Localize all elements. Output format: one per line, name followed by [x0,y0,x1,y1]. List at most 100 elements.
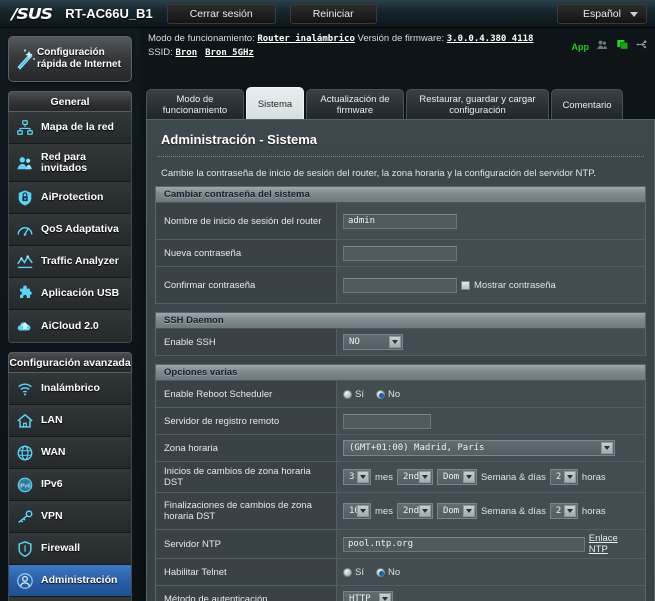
confirm-password-input[interactable] [343,277,457,293]
dst-end-month-select[interactable]: 10 [343,503,371,519]
sidebar-label: Mapa de la red [41,121,114,133]
dst-end-week-value: 2nd [402,506,420,516]
row-value: Sí No [337,381,645,407]
section-header: SSH Daemon [156,313,645,329]
row-reboot-scheduler: Enable Reboot Scheduler Sí No [156,381,645,408]
dst-start-week-select[interactable]: 2nd [396,469,433,485]
timezone-select[interactable]: (GMT+01:00) Madrid, París [343,440,615,456]
row-label: Inicios de cambios de zona horaria DST [156,462,337,492]
firmware-version-label: Versión de firmware: [357,33,445,44]
sidebar-item-aiprotection[interactable]: AiProtection [9,182,131,214]
sidebar-label: LAN [41,414,63,426]
dst-end-day-select[interactable]: Dom [436,503,477,519]
new-password-input[interactable] [343,245,457,261]
row-label: Método de autenticación [156,586,337,601]
row-label: Servidor NTP [156,530,337,558]
tab-system[interactable]: Sistema [246,87,304,120]
dst-end-hour-select[interactable]: 2 [549,503,578,519]
row-label: Nueva contraseña [156,240,337,266]
sidebar-item-firewall[interactable]: Firewall [9,533,131,565]
row-label: Nombre de inicio de sesión del router [156,203,337,239]
usb-icon[interactable] [636,38,649,56]
sidebar-item-adaptive-qos[interactable]: QoS Adaptativa [9,214,131,246]
sidebar-label: QoS Adaptativa [41,223,119,235]
sidebar-item-administration[interactable]: Administración [9,565,131,597]
auth-method-select[interactable]: HTTP [343,591,393,601]
sidebar-group-general: General Mapa de la red Red para invitado… [8,91,132,343]
main-content: Modo de funcionamiento: Router inalámbri… [140,28,655,601]
sidebar-item-traffic-analyzer[interactable]: Traffic Analyzer [9,246,131,278]
ssid-2g-value[interactable]: Bron [175,48,197,58]
tab-restore-save-upload[interactable]: Restaurar, guardar y cargar configuració… [406,89,549,120]
reboot-scheduler-no[interactable]: No [375,389,400,400]
section-change-password: Cambiar contraseña del sistema Nombre de… [155,186,646,304]
operation-mode-value[interactable]: Router inalámbrico [257,34,355,44]
puzzle-icon [9,284,41,303]
row-value: HTTP [337,586,645,601]
tab-bar: Modo de funcionamiento Sistema Actualiza… [146,86,655,120]
telnet-no[interactable]: No [375,566,401,578]
tab-firmware-upgrade[interactable]: Actualización de firmware [306,89,404,120]
quick-internet-setup-button[interactable]: Configuración rápida de Internet [8,36,132,82]
sidebar-item-ipv6[interactable]: IPv6 IPv6 [9,469,131,501]
app-badge[interactable]: App [572,42,590,52]
row-login-name: Nombre de inicio de sesión del router ad… [156,203,645,240]
row-label: Habilitar Telnet [156,559,337,585]
svg-text:IPv6: IPv6 [19,483,31,489]
row-remote-log-server: Servidor de registro remoto [156,408,645,435]
row-value [337,408,645,434]
sidebar-label: AiProtection [41,191,104,203]
dst-start-month-select[interactable]: 3 [343,469,371,485]
row-confirm-password: Confirmar contraseña Mostrar contraseña [156,267,645,304]
chevron-down-icon [563,471,576,483]
row-value: 10 mes 2nd Dom Semana & días 2 horas [337,493,645,529]
tab-feedback[interactable]: Comentario [551,89,623,120]
logout-button[interactable]: Cerrar sesión [166,3,276,24]
radio-label: No [387,566,401,578]
show-password-checkbox[interactable] [461,280,470,290]
sidebar-item-guest-network[interactable]: Red para invitados [9,144,131,182]
sidebar-item-system-log[interactable]: Registro del [9,597,131,601]
sidebar-label: Administración [41,574,118,586]
ntp-link[interactable]: Enlace NTP [589,533,639,555]
sidebar-item-lan[interactable]: LAN [9,405,131,437]
tab-operation-mode[interactable]: Modo de funcionamiento [146,89,244,120]
row-label: Finalizaciones de cambios de zona horari… [156,493,337,529]
sidebar-item-wan[interactable]: WAN [9,437,131,469]
language-select[interactable]: Español [557,4,647,24]
dst-end-week-select[interactable]: 2nd [396,503,433,519]
sidebar-item-vpn[interactable]: VPN [9,501,131,533]
row-value: NO [337,329,645,355]
chevron-down-icon [563,505,576,517]
dst-start-hour-value: 2 [555,472,562,482]
router-login-name-input[interactable]: admin [343,213,457,229]
radio-label: Sí [355,388,364,400]
remote-log-server-input[interactable] [343,413,431,429]
sidebar-label: VPN [41,510,63,522]
telnet-yes[interactable]: Sí [343,567,364,578]
wifi-icon [9,380,41,398]
guest-icon[interactable] [596,38,609,56]
auth-method-value: HTTP [349,594,371,601]
cloud-house-icon [9,317,41,335]
reboot-scheduler-yes[interactable]: Sí [343,389,364,400]
sidebar-item-aicloud[interactable]: AiCloud 2.0 [9,310,131,342]
row-value: pool.ntp.org Enlace NTP [337,530,645,558]
sidebar-label: AiCloud 2.0 [41,319,99,332]
sidebar-item-network-map[interactable]: Mapa de la red [9,112,131,144]
chevron-down-icon [379,593,391,601]
usb-device-icon[interactable] [616,38,629,56]
row-value: Sí No [337,559,645,585]
radio-icon [375,389,385,399]
sidebar-item-usb-application[interactable]: Aplicación USB [9,278,131,310]
ntp-server-input[interactable]: pool.ntp.org [343,536,585,552]
sidebar-item-wireless[interactable]: Inalámbrico [9,373,131,405]
unit-month-label: mes [375,505,393,517]
enable-ssh-select[interactable]: NO [343,334,403,350]
firmware-version-value[interactable]: 3.0.0.4.380_4118 [447,34,534,44]
dst-start-hour-select[interactable]: 2 [549,469,578,485]
dst-start-day-select[interactable]: Dom [436,469,477,485]
ssid-5g-value[interactable]: Bron_5GHz [205,48,254,58]
reboot-button[interactable]: Reiniciar [289,3,377,24]
radio-icon [343,389,352,399]
